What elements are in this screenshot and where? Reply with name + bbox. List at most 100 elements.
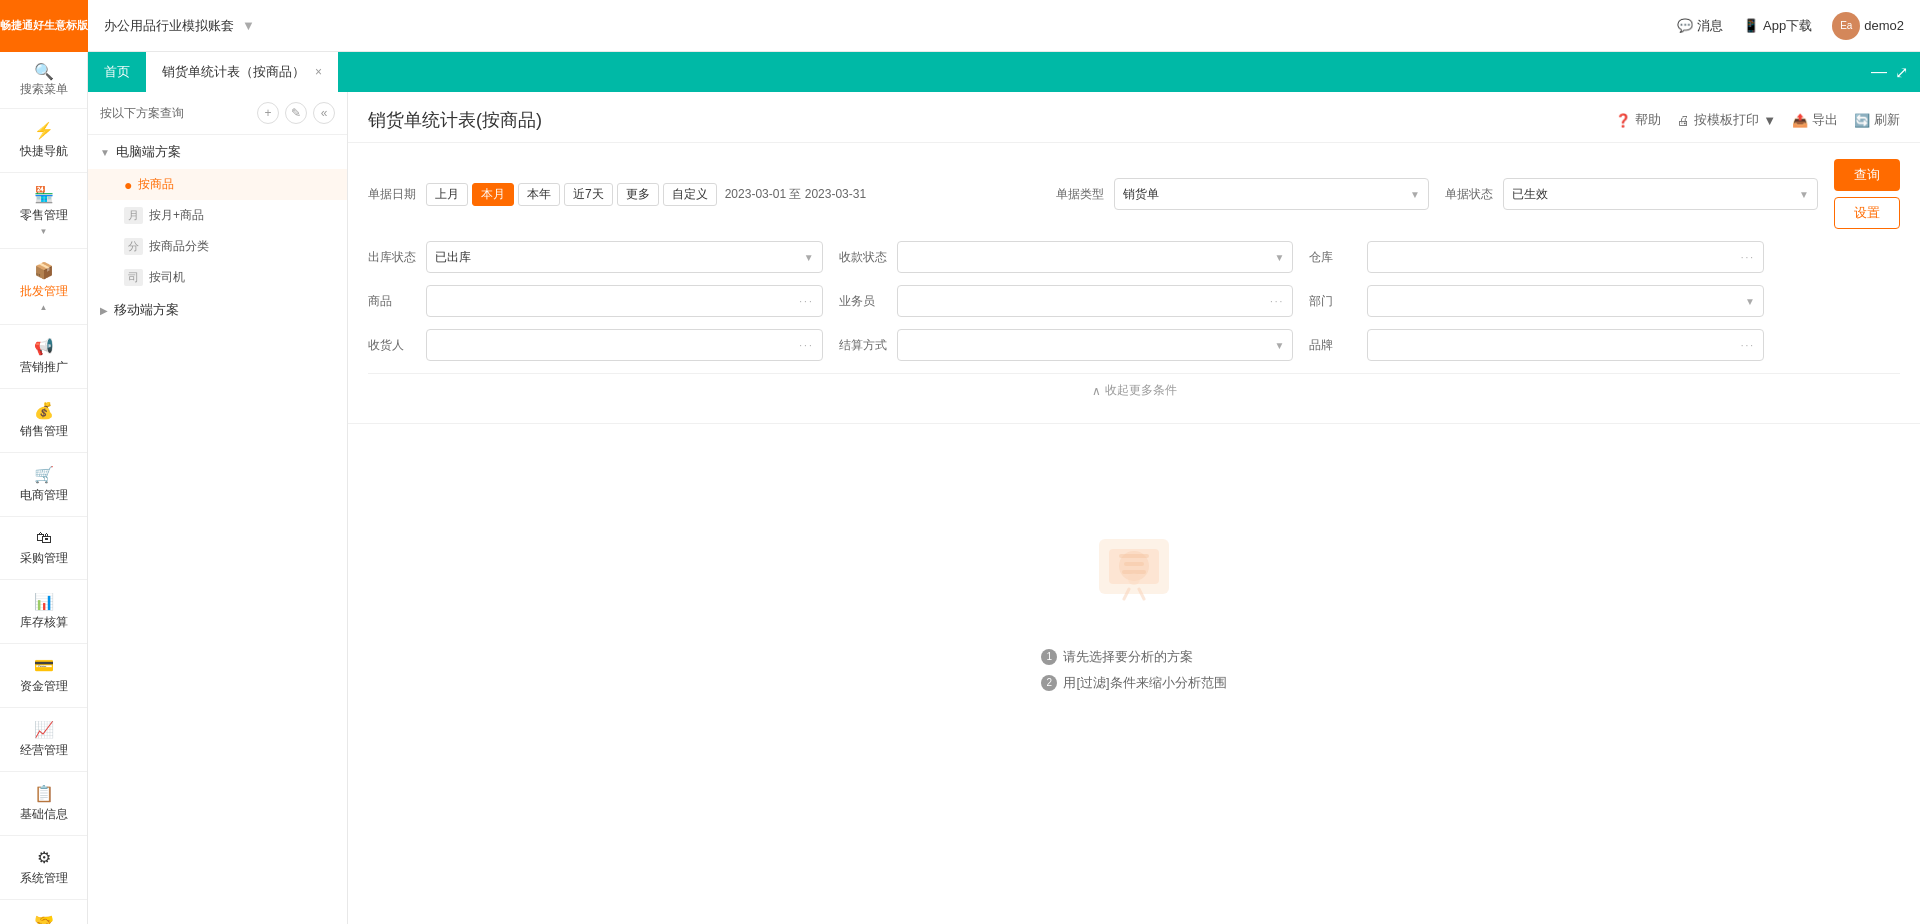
app-download-btn[interactable]: 📱 App下载 [1743,17,1812,35]
sidebar-item-finance[interactable]: 💳 资金管理 [0,644,87,708]
collapse-more-btn[interactable]: ∧ 收起更多条件 [368,373,1900,407]
warehouse-status-filter: 出库状态 已出库 ▼ [368,241,823,273]
settings-btn[interactable]: 设置 [1834,197,1900,229]
department-filter: 部门 ▼ [1309,285,1764,317]
doc-type-input[interactable]: 销货单 ▼ [1114,178,1429,210]
goods-filter: 商品 ··· [368,285,823,317]
tab-sales-stats[interactable]: 销货单统计表（按商品） × [146,52,338,92]
tab-close-btn[interactable]: × [315,65,322,79]
svg-rect-3 [1119,554,1149,558]
tab-home[interactable]: 首页 [88,52,146,92]
minimize-btn[interactable]: — [1871,63,1887,81]
chevron-down-icon: ▼ [804,252,814,263]
doc-type-filter: 单据类型 销货单 ▼ [1056,178,1429,210]
tree-group-desktop: ▼ 电脑端方案 [88,135,347,169]
warehouse-filter: 仓库 ··· [1309,241,1764,273]
sidebar-search[interactable]: 🔍 搜索菜单 [0,52,87,109]
sidebar-item-wholesale[interactable]: 📦 批发管理 ▲ [0,249,87,325]
date-btn-last-month[interactable]: 上月 [426,183,468,206]
receipt-status-filter: 收款状态 ▼ [839,241,1294,273]
receiver-filter: 收货人 ··· [368,329,823,361]
industry-label: 办公用品行业模拟账套 [104,17,234,35]
sidebar-item-purchase[interactable]: 🛍 采购管理 [0,517,87,580]
content-area: 按以下方案查询 + ✎ « ▼ 电脑端方案 ● 按商品 月 按月+商 [88,92,1920,924]
maximize-btn[interactable]: ⤢ [1895,63,1908,82]
avatar: Ea [1832,12,1860,40]
filter-row-1: 单据日期 上月 本月 本年 近7天 更多 自定义 2023-03-01 至 20… [368,159,1900,229]
date-btn-custom[interactable]: 自定义 [663,183,717,206]
date-btn-more[interactable]: 更多 [617,183,659,206]
chevron-up-icon: ∧ [1092,384,1101,398]
brand-filter: 品牌 ··· [1309,329,1764,361]
message-btn[interactable]: 💬 消息 [1677,17,1723,35]
date-btn-7days[interactable]: 近7天 [564,183,613,206]
sidebar-item-sales[interactable]: 💰 销售管理 [0,389,87,453]
download-icon: 📱 [1743,18,1759,33]
settlement-filter: 结算方式 ▼ [839,329,1294,361]
edit-scheme-btn[interactable]: ✎ [285,102,307,124]
sidebar-item-ecommerce[interactable]: 🛒 电商管理 [0,453,87,517]
empty-tip-1: 1 请先选择要分析的方案 [1041,644,1226,670]
chevron-down-icon: ▼ [1763,113,1776,128]
date-btn-this-month[interactable]: 本月 [472,183,514,206]
sidebar-item-quick-nav[interactable]: ⚡ 快捷导航 [0,109,87,173]
salesperson-filter: 业务员 ··· [839,285,1294,317]
page-title: 销货单统计表(按商品) [368,108,542,132]
chevron-right-icon: ▶ [100,305,108,316]
receiver-input[interactable]: ··· [426,329,823,361]
page-actions: ❓ 帮助 🖨 按模板打印 ▼ 📤 导出 🔄 刷新 [1615,111,1900,129]
top-bar-right: 💬 消息 📱 App下载 Ea demo2 [1677,12,1904,40]
top-bar-left: 办公用品行业模拟账套 ▼ [104,17,255,35]
tree-group-mobile[interactable]: ▶ 移动端方案 [88,293,347,327]
tree-item-by-category[interactable]: 分 按商品分类 [88,231,347,262]
chevron-up-icon: ▲ [40,303,48,312]
tree-item-by-driver[interactable]: 司 按司机 [88,262,347,293]
doc-status-input[interactable]: 已生效 ▼ [1503,178,1818,210]
chevron-down-icon: ▼ [40,227,48,236]
tree-item-by-month-goods[interactable]: 月 按月+商品 [88,200,347,231]
print-icon: 🖨 [1677,113,1690,128]
sidebar-item-operations[interactable]: 📈 经营管理 [0,708,87,772]
svg-rect-4 [1124,562,1144,566]
main-area: 办公用品行业模拟账套 ▼ 💬 消息 📱 App下载 Ea demo2 首页 [88,0,1920,924]
more-icon: ··· [1741,252,1755,263]
chevron-down-icon: ▼ [1274,252,1284,263]
sidebar-item-enterprise[interactable]: 🤝 企业协同 [0,900,87,924]
right-panel: 销货单统计表(按商品) ❓ 帮助 🖨 按模板打印 ▼ 📤 导出 [348,92,1920,924]
brand-input[interactable]: ··· [1367,329,1764,361]
warehouse-status-input[interactable]: 已出库 ▼ [426,241,823,273]
help-btn[interactable]: ❓ 帮助 [1615,111,1661,129]
page-header: 销货单统计表(按商品) ❓ 帮助 🖨 按模板打印 ▼ 📤 导出 [348,92,1920,143]
empty-state: 1 请先选择要分析的方案 2 用[过滤]条件来缩小分析范围 [348,424,1920,776]
goods-input[interactable]: ··· [426,285,823,317]
left-panel-header: 按以下方案查询 + ✎ « [88,92,347,135]
salesperson-input[interactable]: ··· [897,285,1294,317]
svg-point-6 [1128,573,1140,585]
filter-row-4: 收货人 ··· 结算方式 ▼ 品牌 [368,329,1900,361]
empty-tip-2: 2 用[过滤]条件来缩小分析范围 [1041,670,1226,696]
icon-label: 司 [124,269,143,286]
tree-item-by-goods[interactable]: ● 按商品 [88,169,347,200]
query-btn[interactable]: 查询 [1834,159,1900,191]
sidebar-item-inventory[interactable]: 📊 库存核算 [0,580,87,644]
sidebar-item-basic-info[interactable]: 📋 基础信息 [0,772,87,836]
date-filter: 单据日期 上月 本月 本年 近7天 更多 自定义 2023-03-01 至 20… [368,183,1040,206]
print-btn[interactable]: 🖨 按模板打印 ▼ [1677,111,1776,129]
radio-active-icon: ● [124,177,132,193]
department-input[interactable]: ▼ [1367,285,1764,317]
left-panel-actions: + ✎ « [257,102,335,124]
sidebar-item-retail[interactable]: 🏪 零售管理 ▼ [0,173,87,249]
date-btn-this-year[interactable]: 本年 [518,183,560,206]
user-menu[interactable]: Ea demo2 [1832,12,1904,40]
chevron-down-icon: ▼ [1799,189,1809,200]
left-panel: 按以下方案查询 + ✎ « ▼ 电脑端方案 ● 按商品 月 按月+商 [88,92,348,924]
add-scheme-btn[interactable]: + [257,102,279,124]
refresh-btn[interactable]: 🔄 刷新 [1854,111,1900,129]
sidebar-item-marketing[interactable]: 📢 营销推广 [0,325,87,389]
collapse-panel-btn[interactable]: « [313,102,335,124]
warehouse-input[interactable]: ··· [1367,241,1764,273]
export-btn[interactable]: 📤 导出 [1792,111,1838,129]
receipt-status-input[interactable]: ▼ [897,241,1294,273]
settlement-input[interactable]: ▼ [897,329,1294,361]
sidebar-item-system[interactable]: ⚙ 系统管理 [0,836,87,900]
